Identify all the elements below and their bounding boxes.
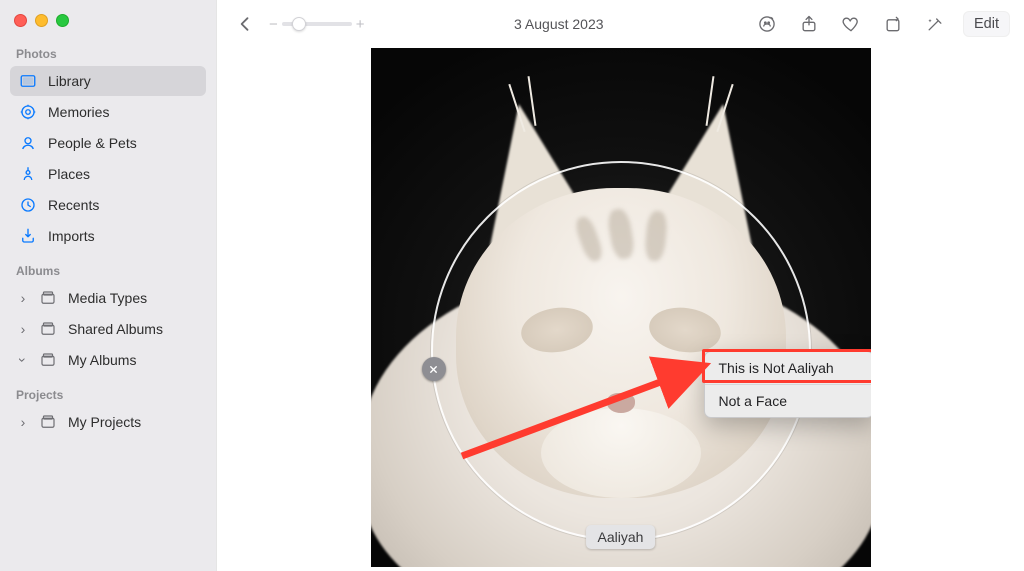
sidebar-item-label: Places — [48, 166, 90, 182]
rotate-button[interactable] — [879, 10, 907, 38]
places-icon — [18, 164, 38, 184]
zoom-control[interactable]: − + — [269, 16, 365, 33]
minimize-window-button[interactable] — [35, 14, 48, 27]
zoom-in-label[interactable]: + — [356, 16, 365, 33]
folder-icon — [38, 350, 58, 370]
window-controls — [10, 10, 206, 43]
sidebar-section-projects: Projects — [10, 384, 206, 406]
sidebar-item-recents[interactable]: Recents — [10, 190, 206, 220]
sidebar-item-my-albums[interactable]: › My Albums — [10, 345, 206, 375]
menu-item-not-a-face[interactable]: Not a Face — [705, 384, 871, 417]
chevron-right-icon: › — [18, 290, 28, 306]
folder-icon — [38, 319, 58, 339]
chevron-down-icon: › — [15, 355, 31, 365]
sidebar-item-places[interactable]: Places — [10, 159, 206, 189]
folder-icon — [38, 288, 58, 308]
sidebar-item-imports[interactable]: Imports — [10, 221, 206, 251]
sidebar-item-label: Recents — [48, 197, 99, 213]
toolbar: − + 3 August 2023 Edit — [217, 0, 1024, 48]
close-window-button[interactable] — [14, 14, 27, 27]
photo-date-title: 3 August 2023 — [375, 16, 743, 32]
sidebar-item-label: Media Types — [68, 290, 147, 306]
folder-icon — [38, 412, 58, 432]
zoom-out-label[interactable]: − — [269, 16, 278, 33]
back-button[interactable] — [231, 10, 259, 38]
sidebar-item-label: My Projects — [68, 414, 141, 430]
zoom-slider[interactable] — [282, 22, 352, 26]
sidebar-item-label: Library — [48, 73, 91, 89]
menu-item-not-this-person[interactable]: This is Not Aaliyah — [705, 352, 871, 384]
face-name-tag[interactable]: Aaliyah — [586, 525, 656, 549]
remove-face-button[interactable] — [422, 357, 446, 381]
sidebar-item-library[interactable]: Library — [10, 66, 206, 96]
imports-icon — [18, 226, 38, 246]
people-icon — [18, 133, 38, 153]
memories-icon — [18, 102, 38, 122]
sidebar-item-my-projects[interactable]: › My Projects — [10, 407, 206, 437]
sidebar-section-albums: Albums — [10, 260, 206, 282]
sidebar-item-label: People & Pets — [48, 135, 137, 151]
main-content: − + 3 August 2023 Edit — [217, 0, 1024, 571]
pet-badge-button[interactable] — [753, 10, 781, 38]
auto-enhance-button[interactable] — [921, 10, 949, 38]
chevron-right-icon: › — [18, 414, 28, 430]
edit-button[interactable]: Edit — [963, 11, 1010, 37]
sidebar-item-people-pets[interactable]: People & Pets — [10, 128, 206, 158]
sidebar: Photos Library Memories People & Pets Pl… — [0, 0, 217, 571]
sidebar-item-media-types[interactable]: › Media Types — [10, 283, 206, 313]
chevron-right-icon: › — [18, 321, 28, 337]
share-button[interactable] — [795, 10, 823, 38]
face-context-menu: This is Not Aaliyah Not a Face — [704, 351, 871, 418]
recents-icon — [18, 195, 38, 215]
zoom-slider-knob[interactable] — [292, 17, 306, 31]
zoom-window-button[interactable] — [56, 14, 69, 27]
sidebar-item-label: Memories — [48, 104, 109, 120]
sidebar-item-label: My Albums — [68, 352, 136, 368]
sidebar-item-label: Shared Albums — [68, 321, 163, 337]
favorite-button[interactable] — [837, 10, 865, 38]
sidebar-section-photos: Photos — [10, 43, 206, 65]
photo-viewer[interactable]: Aaliyah This is Not Aaliyah Not a Face — [371, 48, 871, 567]
library-icon — [18, 71, 38, 91]
sidebar-item-memories[interactable]: Memories — [10, 97, 206, 127]
sidebar-item-label: Imports — [48, 228, 95, 244]
sidebar-item-shared-albums[interactable]: › Shared Albums — [10, 314, 206, 344]
